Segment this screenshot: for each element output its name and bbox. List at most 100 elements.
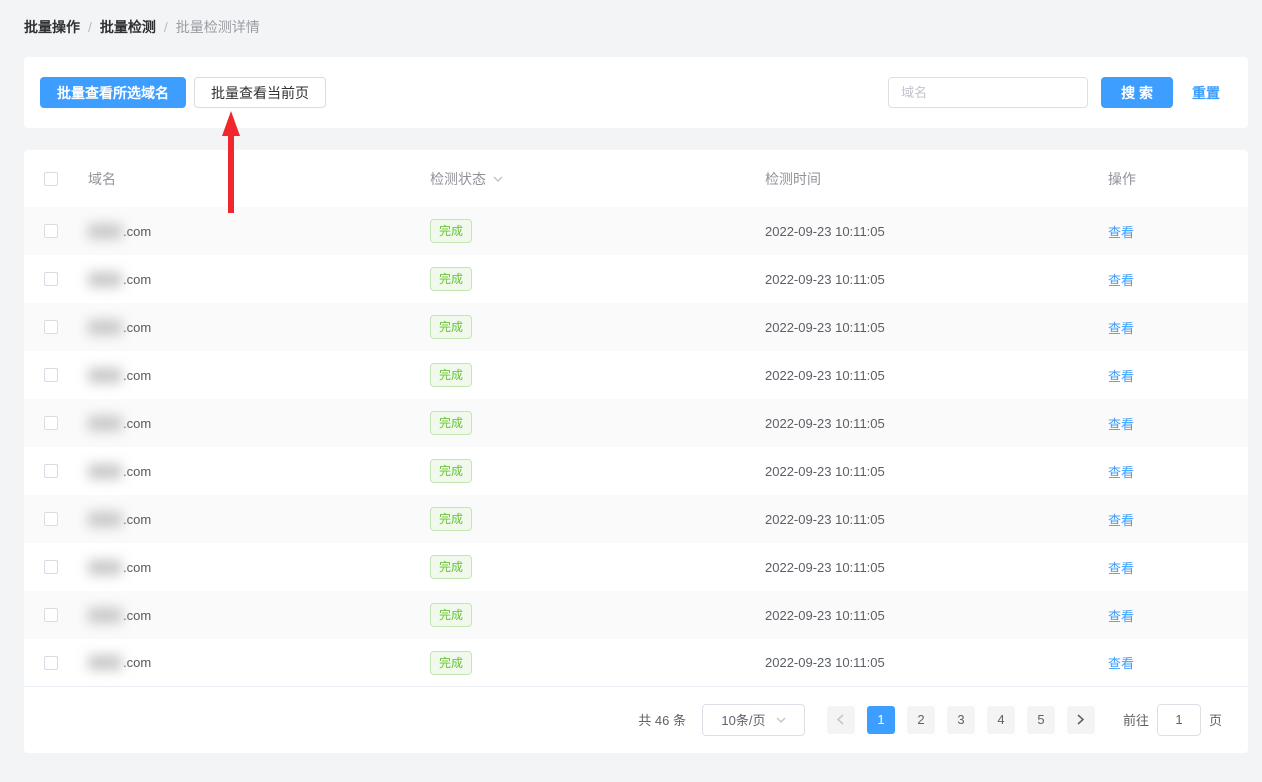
status-badge: 完成 [430,219,473,243]
breadcrumb-item-batch-operations[interactable]: 批量操作 [24,17,80,37]
column-header-time: 检测时间 [765,170,821,187]
table-row: .com 完成 2022-09-23 10:11:05 查看 [24,447,1248,495]
row-checkbox[interactable] [44,560,58,574]
domain-suffix: .com [123,319,152,335]
column-header-action: 操作 [1108,170,1136,187]
detection-time: 2022-09-23 10:11:05 [765,607,885,623]
reset-link[interactable]: 重置 [1192,83,1220,103]
status-badge: 完成 [430,603,473,627]
goto-page-input[interactable] [1156,703,1201,736]
table-body: .com 完成 2022-09-23 10:11:05 查看 .com 完成 2… [24,207,1248,687]
row-checkbox[interactable] [44,272,58,286]
table-row: .com 完成 2022-09-23 10:11:05 查看 [24,495,1248,543]
page-button-1[interactable]: 1 [866,705,895,734]
view-link[interactable]: 查看 [1108,318,1134,337]
row-checkbox[interactable] [44,320,58,334]
detection-time: 2022-09-23 10:11:05 [765,367,885,383]
view-link[interactable]: 查看 [1108,606,1134,625]
view-link[interactable]: 查看 [1108,558,1134,577]
row-checkbox[interactable] [44,368,58,382]
breadcrumb: 批量操作 / 批量检测 / 批量检测详情 [0,0,1262,37]
domain-cell: .com [88,367,430,383]
domain-cell: .com [88,655,430,670]
redacted-domain-blur [88,319,122,335]
domain-cell: .com [88,463,430,479]
breadcrumb-separator: / [163,19,168,35]
goto-page: 前往 页 [1122,703,1222,736]
row-checkbox[interactable] [44,655,58,670]
detection-table: 域名 检测状态 检测时间 操作 .com 完成 2022-09-23 10:11… [24,150,1248,753]
page-button-4[interactable]: 4 [986,705,1015,734]
table-row: .com 完成 2022-09-23 10:11:05 查看 [24,255,1248,303]
next-page-button[interactable] [1066,705,1095,734]
page-button-5[interactable]: 5 [1026,705,1055,734]
status-badge: 完成 [430,267,473,291]
row-checkbox[interactable] [44,224,58,238]
status-badge: 完成 [430,555,473,579]
domain-search-input[interactable] [888,77,1089,108]
page-button-3[interactable]: 3 [946,705,975,734]
status-badge: 完成 [430,363,473,387]
sort-caret-icon[interactable] [493,176,503,182]
row-checkbox[interactable] [44,512,58,526]
view-link[interactable]: 查看 [1108,414,1134,433]
domain-cell: .com [88,223,430,239]
domain-suffix: .com [123,607,152,623]
select-all-checkbox[interactable] [44,171,58,186]
view-link[interactable]: 查看 [1108,366,1134,385]
detection-time: 2022-09-23 10:11:05 [765,271,885,287]
detection-time: 2022-09-23 10:11:05 [765,511,885,527]
row-checkbox[interactable] [44,608,58,622]
row-checkbox[interactable] [44,416,58,430]
page-button-2[interactable]: 2 [906,705,935,734]
status-badge: 完成 [430,507,473,531]
domain-cell: .com [88,559,430,575]
detection-time: 2022-09-23 10:11:05 [765,223,885,239]
breadcrumb-separator: / [88,19,92,35]
view-link[interactable]: 查看 [1108,462,1134,481]
domain-suffix: .com [123,223,152,239]
redacted-domain-blur [88,559,122,575]
redacted-domain-blur [88,367,122,383]
table-row: .com 完成 2022-09-23 10:11:05 查看 [24,543,1248,591]
redacted-domain-blur [88,655,122,670]
batch-view-selected-button[interactable]: 批量查看所选域名 [40,77,186,108]
prev-page-button[interactable] [826,705,855,734]
domain-cell: .com [88,319,430,335]
status-badge: 完成 [430,650,473,675]
table-row: .com 完成 2022-09-23 10:11:05 查看 [24,639,1248,687]
chevron-left-icon [837,714,845,725]
batch-view-current-page-button[interactable]: 批量查看当前页 [194,77,326,108]
red-arrow-annotation [222,111,240,213]
domain-suffix: .com [123,559,152,575]
view-link[interactable]: 查看 [1108,222,1134,241]
domain-cell: .com [88,271,430,287]
toolbar: 批量查看所选域名 批量查看当前页 搜 索 重置 [24,57,1248,128]
view-link[interactable]: 查看 [1108,653,1134,672]
detection-time: 2022-09-23 10:11:05 [765,463,885,479]
breadcrumb-item-batch-detection[interactable]: 批量检测 [100,17,156,37]
domain-cell: .com [88,607,430,623]
row-checkbox[interactable] [44,464,58,478]
redacted-domain-blur [88,223,122,239]
goto-label: 前往 [1122,713,1149,728]
goto-suffix: 页 [1208,713,1222,728]
view-link[interactable]: 查看 [1108,270,1134,289]
chevron-right-icon [1077,714,1085,725]
column-header-domain: 域名 [88,170,116,187]
chevron-down-icon [776,717,785,723]
pagination: 共 46 条 10条/页 12345 前往 页 [24,687,1248,752]
redacted-domain-blur [88,607,122,623]
breadcrumb-item-batch-detection-detail: 批量检测详情 [175,19,260,35]
view-link[interactable]: 查看 [1108,510,1134,529]
column-header-status[interactable]: 检测状态 [430,169,765,189]
table-row: .com 完成 2022-09-23 10:11:05 查看 [24,351,1248,399]
search-button[interactable]: 搜 索 [1101,77,1173,108]
detection-time: 2022-09-23 10:11:05 [765,415,885,431]
page-size-select[interactable]: 10条/页 [701,703,805,736]
detection-time: 2022-09-23 10:11:05 [765,319,885,335]
redacted-domain-blur [88,415,122,431]
domain-suffix: .com [123,271,152,287]
table-row: .com 完成 2022-09-23 10:11:05 查看 [24,207,1248,255]
domain-cell: .com [88,415,430,431]
